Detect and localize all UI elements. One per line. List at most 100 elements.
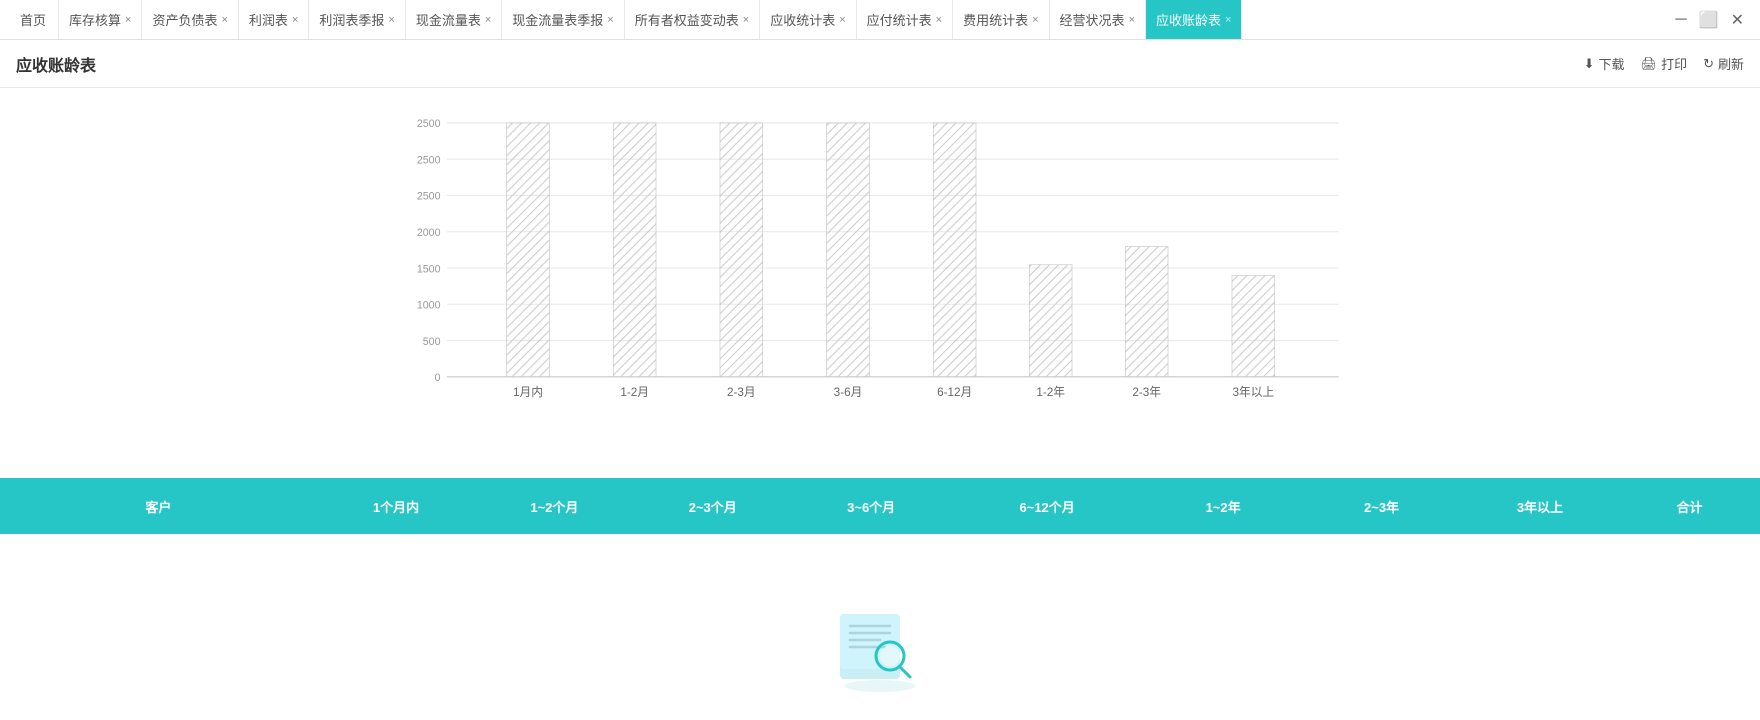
close-icon[interactable]: × — [388, 14, 394, 26]
svg-text:2-3月: 2-3月 — [727, 386, 756, 399]
svg-text:2500: 2500 — [417, 118, 441, 130]
main-content: 2500 2500 2500 2000 1500 1000 500 0 — [0, 88, 1760, 720]
close-icon[interactable]: × — [292, 14, 298, 26]
tab-profit[interactable]: 利润表 × — [239, 0, 309, 40]
download-label: 下载 — [1599, 54, 1625, 73]
tab-label: 经营状况表 — [1060, 10, 1125, 29]
bar-3-6m — [827, 123, 870, 377]
col-label: 3~6个月 — [847, 497, 895, 516]
bar-1-2m — [613, 123, 656, 377]
col-label: 合计 — [1677, 497, 1703, 516]
col-header-2-3m: 2~3个月 — [634, 497, 792, 516]
col-label: 客户 — [145, 497, 171, 516]
chart-area: 2500 2500 2500 2000 1500 1000 500 0 — [0, 88, 1760, 478]
close-icon[interactable]: × — [485, 14, 491, 26]
tab-label: 现金流量表季报 — [512, 10, 603, 29]
svg-text:500: 500 — [423, 336, 441, 348]
tab-label: 利润表 — [249, 10, 288, 29]
tab-inventory[interactable]: 库存核算 × — [59, 0, 142, 40]
col-header-1-2y: 1~2年 — [1144, 497, 1302, 516]
refresh-button[interactable]: ↻ 刷新 — [1703, 54, 1744, 73]
empty-illustration — [820, 594, 940, 697]
tab-cashflow[interactable]: 现金流量表 × — [406, 0, 502, 40]
tab-label: 资产负债表 — [152, 10, 217, 29]
print-button[interactable]: 🖨 打印 — [1641, 54, 1688, 73]
tab-balance[interactable]: 资产负债表 × — [142, 0, 238, 40]
print-icon: 🖨 — [1641, 56, 1658, 72]
empty-icon — [820, 594, 940, 694]
close-icon[interactable]: × — [1032, 14, 1038, 26]
svg-text:3年以上: 3年以上 — [1232, 385, 1274, 399]
svg-text:6-12月: 6-12月 — [937, 386, 972, 399]
close-icon[interactable]: × — [743, 14, 749, 26]
svg-text:2500: 2500 — [417, 191, 441, 203]
page-header: 应收账龄表 ⬇ 下载 🖨 打印 ↻ 刷新 — [0, 40, 1760, 88]
svg-text:2000: 2000 — [417, 227, 441, 239]
download-icon: ⬇ — [1584, 56, 1595, 72]
refresh-icon: ↻ — [1703, 56, 1714, 72]
bar-1-2y — [1029, 265, 1072, 377]
svg-text:1000: 1000 — [417, 300, 441, 312]
page-title: 应收账龄表 — [16, 52, 96, 76]
tab-ap-stat[interactable]: 应付统计表 × — [857, 0, 953, 40]
tab-label: 应付统计表 — [867, 10, 932, 29]
bar-chart: 2500 2500 2500 2000 1500 1000 500 0 — [40, 108, 1720, 428]
col-label: 2~3年 — [1364, 497, 1399, 516]
minimize-button[interactable]: ─ — [1675, 11, 1686, 29]
svg-text:2-3年: 2-3年 — [1132, 385, 1161, 399]
close-icon[interactable]: × — [607, 14, 613, 26]
table-header: 客户 1个月内 1~2个月 2~3个月 3~6个月 6~12个月 1~2年 2~… — [0, 478, 1760, 534]
col-label: 6~12个月 — [1020, 497, 1075, 516]
svg-text:0: 0 — [435, 372, 441, 384]
col-header-2-3y: 2~3年 — [1302, 497, 1460, 516]
close-icon[interactable]: × — [1225, 14, 1231, 26]
tab-label: 费用统计表 — [963, 10, 1028, 29]
tab-label: 库存核算 — [69, 10, 121, 29]
close-icon[interactable]: × — [1129, 14, 1135, 26]
tab-home[interactable]: 首页 — [8, 0, 59, 40]
print-label: 打印 — [1661, 54, 1687, 73]
download-button[interactable]: ⬇ 下载 — [1584, 54, 1625, 73]
header-actions: ⬇ 下载 🖨 打印 ↻ 刷新 — [1584, 54, 1744, 73]
bar-2-3m — [720, 123, 763, 377]
tab-expense[interactable]: 费用统计表 × — [953, 0, 1049, 40]
empty-area — [0, 534, 1760, 720]
col-header-6-12m: 6~12个月 — [950, 497, 1144, 516]
tab-ar-stat[interactable]: 应收统计表 × — [760, 0, 856, 40]
col-header-1m: 1个月内 — [317, 497, 475, 516]
col-label: 3年以上 — [1517, 497, 1563, 516]
refresh-label: 刷新 — [1718, 54, 1744, 73]
tab-profit-q[interactable]: 利润表季报 × — [309, 0, 405, 40]
close-icon[interactable]: × — [125, 14, 131, 26]
col-label: 1个月内 — [373, 497, 419, 516]
svg-text:1-2年: 1-2年 — [1036, 385, 1065, 399]
svg-text:1-2月: 1-2月 — [620, 386, 649, 399]
svg-text:1月内: 1月内 — [513, 385, 543, 399]
tab-ar-aging[interactable]: 应收账龄表 × — [1146, 0, 1242, 40]
window-controls: ─ ⬜ ✕ — [1675, 10, 1752, 30]
bar-2-3y — [1125, 247, 1168, 377]
col-header-3-6m: 3~6个月 — [792, 497, 950, 516]
tab-equity[interactable]: 所有者权益变动表 × — [625, 0, 760, 40]
tab-operation[interactable]: 经营状况表 × — [1050, 0, 1146, 40]
col-header-customer: 客户 — [0, 497, 317, 516]
tab-bar: 首页 库存核算 × 资产负债表 × 利润表 × 利润表季报 × 现金流量表 × … — [0, 0, 1760, 40]
col-header-total: 合计 — [1619, 497, 1760, 516]
close-icon[interactable]: × — [936, 14, 942, 26]
bar-3yplus — [1232, 275, 1275, 376]
tab-label: 所有者权益变动表 — [635, 10, 739, 29]
svg-text:1500: 1500 — [417, 263, 441, 275]
svg-text:2500: 2500 — [417, 154, 441, 166]
col-label: 1~2年 — [1206, 497, 1241, 516]
close-icon[interactable]: × — [221, 14, 227, 26]
svg-text:3-6月: 3-6月 — [834, 386, 863, 399]
col-header-1-2m: 1~2个月 — [475, 497, 633, 516]
tab-label: 应收账龄表 — [1156, 10, 1221, 29]
tab-cashflow-q[interactable]: 现金流量表季报 × — [502, 0, 624, 40]
tab-label: 利润表季报 — [319, 10, 384, 29]
bar-1m — [507, 123, 550, 377]
col-header-3y: 3年以上 — [1461, 497, 1619, 516]
close-icon[interactable]: × — [839, 14, 845, 26]
close-button[interactable]: ✕ — [1731, 10, 1744, 30]
maximize-button[interactable]: ⬜ — [1699, 10, 1719, 30]
